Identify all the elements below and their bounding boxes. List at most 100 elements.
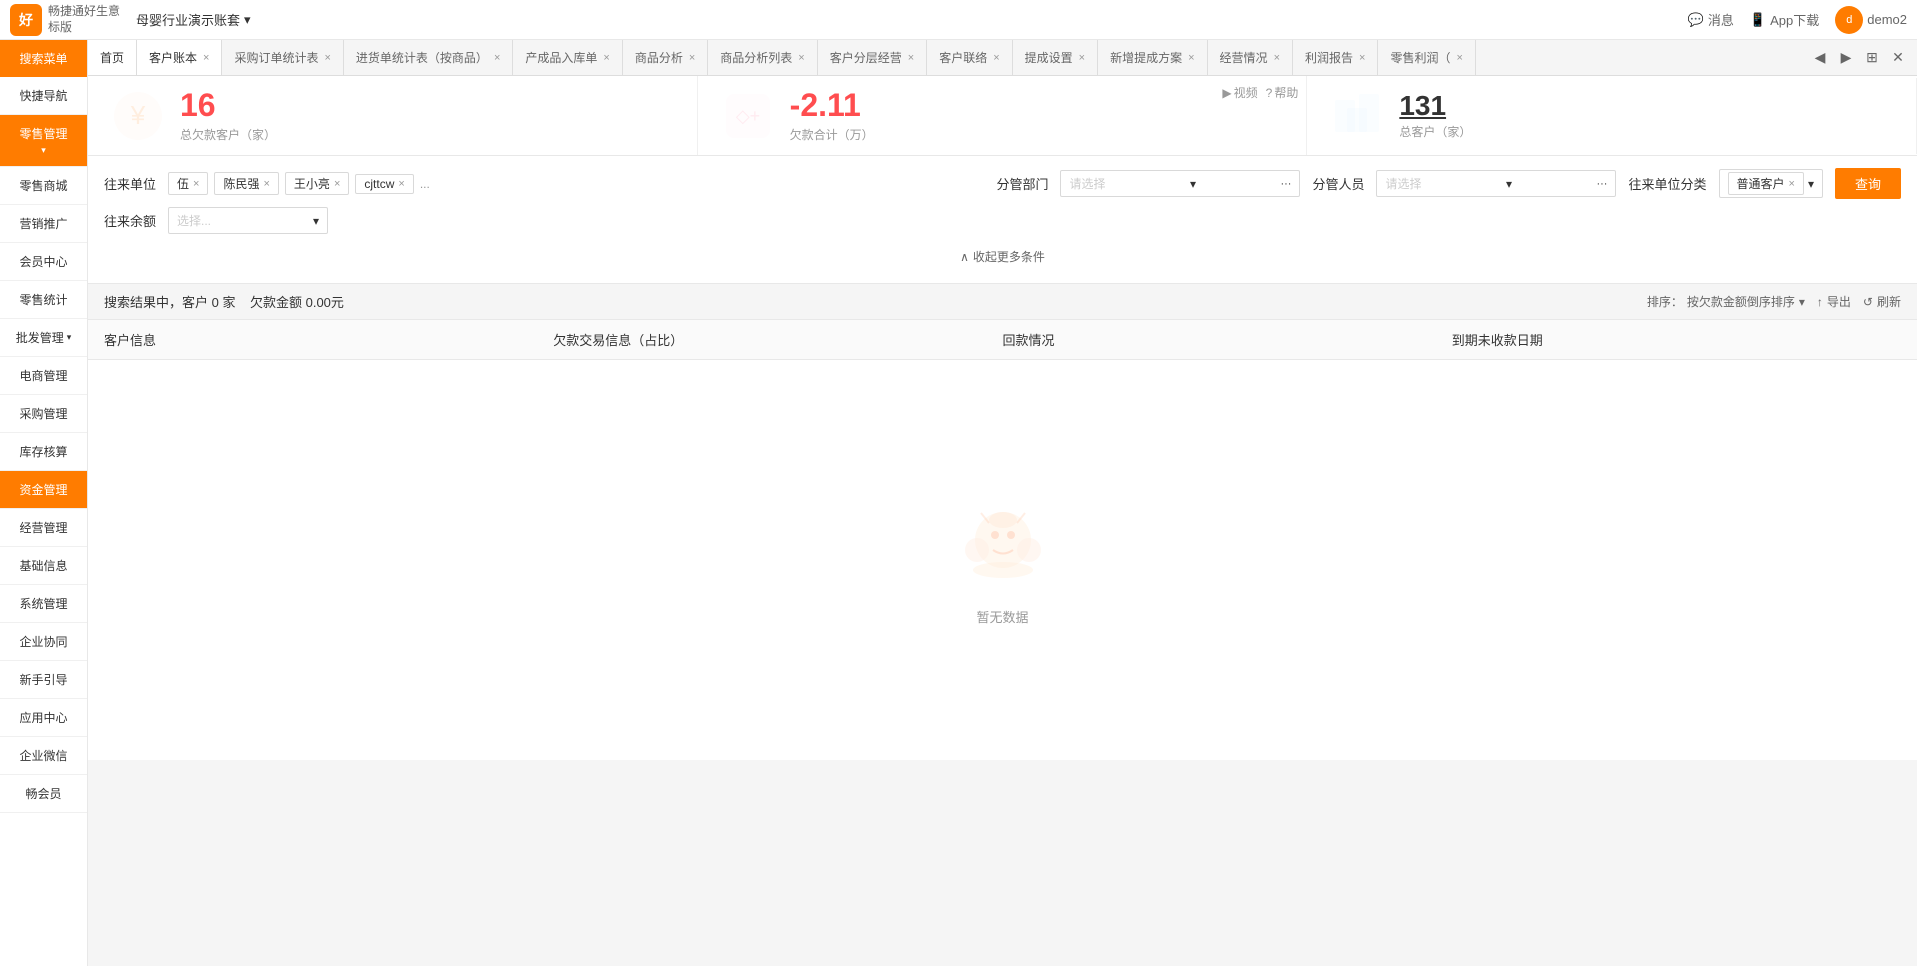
- tab-new-enhance[interactable]: 新增提成方案 ×: [1098, 40, 1207, 76]
- export-icon: ↑: [1817, 295, 1823, 309]
- tab-expand-btn[interactable]: ⊞: [1861, 47, 1883, 69]
- user-profile-btn[interactable]: d demo2: [1835, 6, 1907, 34]
- tab-close-icon[interactable]: ×: [1456, 52, 1462, 64]
- tag-close-icon[interactable]: ×: [334, 178, 340, 190]
- sidebar-item-enterprise[interactable]: 企业协同: [0, 623, 87, 661]
- tab-close-icon[interactable]: ×: [494, 52, 500, 64]
- sub-manager-select[interactable]: 请选择 ▾ ···: [1376, 170, 1616, 197]
- stat-owe-customers-values: 16 总欠款客户（家）: [180, 88, 276, 142]
- sort-select[interactable]: 排序： 按欠款金额倒序排序 ▾: [1647, 293, 1805, 310]
- owe-customers-number: 16: [180, 88, 276, 123]
- filter-tag-unit2[interactable]: 陈民强 ×: [214, 172, 278, 195]
- tab-product-analysis-list[interactable]: 商品分析列表 ×: [708, 40, 817, 76]
- sidebar-item-new-guide[interactable]: 新手引导: [0, 661, 87, 699]
- owe-amount-label: 欠款合计（万）: [790, 126, 874, 143]
- sidebar-item-inventory[interactable]: 库存核算: [0, 433, 87, 471]
- collapse-filter-btn[interactable]: ∧ 收起更多条件: [104, 242, 1901, 271]
- filter-more-btn[interactable]: ...: [420, 177, 430, 191]
- tab-close-icon[interactable]: ×: [324, 52, 330, 64]
- tab-operations-status[interactable]: 经营情况 ×: [1208, 40, 1293, 76]
- tab-profit-report[interactable]: 利润报告 ×: [1293, 40, 1378, 76]
- sub-dept-select[interactable]: 请选择 ▾ ···: [1060, 170, 1300, 197]
- results-actions: 排序： 按欠款金额倒序排序 ▾ ↑ 导出 ↺ 刷新: [1647, 293, 1901, 310]
- sidebar-item-retail-stats[interactable]: 零售统计: [0, 281, 87, 319]
- sidebar-search-btn[interactable]: 搜索菜单: [0, 40, 87, 77]
- tab-close-icon[interactable]: ×: [203, 52, 209, 64]
- content-area: 首页 客户账本 × 采购订单统计表 × 进货单统计表（按商品） × 产成品入库单…: [88, 76, 1917, 926]
- logo-icon: 好: [10, 4, 42, 36]
- sidebar-item-operations[interactable]: 经营管理: [0, 509, 87, 547]
- chevron-down-icon: ▾: [1808, 177, 1814, 191]
- help-btn[interactable]: ? 帮助: [1266, 84, 1299, 101]
- sidebar-item-ecommerce[interactable]: 电商管理: [0, 357, 87, 395]
- tab-next-btn[interactable]: ▶: [1835, 47, 1857, 69]
- tab-close-icon[interactable]: ×: [993, 52, 999, 64]
- chevron-down-icon: ▾: [1799, 295, 1805, 309]
- filter-tag-unit4[interactable]: cjttcw ×: [355, 174, 413, 194]
- tab-close-icon[interactable]: ×: [1079, 52, 1085, 64]
- tab-customer-accounts[interactable]: 客户账本 ×: [137, 40, 222, 76]
- export-btn[interactable]: ↑ 导出: [1817, 293, 1851, 310]
- sidebar-item-wholesale-mgmt[interactable]: 批发管理 ▾: [0, 319, 87, 357]
- tab-close-icon[interactable]: ×: [603, 52, 609, 64]
- tab-enhance-settings[interactable]: 提成设置 ×: [1013, 40, 1098, 76]
- help-icon: ?: [1266, 86, 1273, 100]
- tab-close-icon[interactable]: ×: [1274, 52, 1280, 64]
- query-button[interactable]: 查询: [1835, 168, 1901, 199]
- filter-tag-unit1[interactable]: 伍 ×: [168, 172, 208, 195]
- tab-customer-contact[interactable]: 客户联络 ×: [927, 40, 1012, 76]
- sidebar-item-biz-wechat[interactable]: 企业微信: [0, 737, 87, 775]
- sidebar-item-sys-mgmt[interactable]: 系统管理: [0, 585, 87, 623]
- tab-inbound-stats[interactable]: 进货单统计表（按商品） ×: [344, 40, 513, 76]
- sidebar-item-fast-nav[interactable]: 快捷导航: [0, 77, 87, 115]
- tab-close-icon[interactable]: ×: [908, 52, 914, 64]
- sidebar-item-retail-mgmt[interactable]: 零售管理 ▾: [0, 115, 87, 167]
- sidebar-item-basic-info[interactable]: 基础信息: [0, 547, 87, 585]
- tab-home[interactable]: 首页: [88, 40, 137, 76]
- tab-retail-profit[interactable]: 零售利润（ ×: [1378, 40, 1475, 76]
- video-help-btn[interactable]: ▶ 视频: [1222, 84, 1257, 101]
- tab-close-icon[interactable]: ×: [1359, 52, 1365, 64]
- sidebar-item-vip-member[interactable]: 畅会员: [0, 775, 87, 813]
- data-table: 客户信息 欠款交易信息（占比） 回款情况 到期未收款日期: [88, 320, 1917, 760]
- unit-classify-label: 往来单位分类: [1628, 174, 1706, 193]
- sidebar-item-purchase[interactable]: 采购管理: [0, 395, 87, 433]
- message-btn[interactable]: 💬 消息: [1688, 10, 1734, 29]
- tab-cost-inbound[interactable]: 产成品入库单 ×: [513, 40, 622, 76]
- chevron-down-icon: ▾: [67, 332, 72, 343]
- tab-close-icon[interactable]: ×: [798, 52, 804, 64]
- sidebar-item-finance[interactable]: 资金管理: [0, 471, 87, 509]
- owe-customers-label: 总欠款客户（家）: [180, 126, 276, 143]
- store-selector[interactable]: 母婴行业演示账套 ▾: [128, 10, 259, 29]
- sidebar-item-marketing[interactable]: 营销推广: [0, 205, 87, 243]
- filter-row-unit: 往来单位 伍 × 陈民强 × 王小亮 × cjttcw × ...: [104, 168, 1901, 199]
- sidebar-item-app-center[interactable]: 应用中心: [0, 699, 87, 737]
- tab-prev-btn[interactable]: ◀: [1809, 47, 1831, 69]
- tab-close-icon[interactable]: ×: [689, 52, 695, 64]
- refresh-btn[interactable]: ↺ 刷新: [1863, 293, 1901, 310]
- top-bar: 好 畅捷通好生意 标版 母婴行业演示账套 ▾ 💬 消息 📱 App下载 d de…: [0, 0, 1917, 40]
- tag-close-icon[interactable]: ×: [398, 178, 404, 190]
- total-customers-icon: [1331, 90, 1383, 142]
- col-customer-info: 客户信息: [104, 330, 553, 349]
- tag-close-icon[interactable]: ×: [1789, 178, 1795, 190]
- balance-select[interactable]: 选择... ▾: [168, 207, 328, 234]
- sidebar-item-retail-mall[interactable]: 零售商城: [0, 167, 87, 205]
- tab-close-icon[interactable]: ×: [1188, 52, 1194, 64]
- chevron-down-icon: ▾: [41, 145, 46, 155]
- tab-customer-segment[interactable]: 客户分层经营 ×: [818, 40, 927, 76]
- results-bar: 搜索结果中，客户 0 家 欠款金额 0.00元 排序： 按欠款金额倒序排序 ▾ …: [88, 284, 1917, 320]
- tag-close-icon[interactable]: ×: [193, 178, 199, 190]
- filter-tag-unit3[interactable]: 王小亮 ×: [285, 172, 349, 195]
- tab-purchase-stats[interactable]: 采购订单统计表 ×: [222, 40, 343, 76]
- sidebar-item-membership[interactable]: 会员中心: [0, 243, 87, 281]
- app-download-btn[interactable]: 📱 App下载: [1750, 10, 1819, 29]
- tab-close-all-btn[interactable]: ✕: [1887, 47, 1909, 69]
- stat-owe-amount: ◇+ -2.11 欠款合计（万） ▶ 视频 ? 帮助: [698, 76, 1308, 154]
- tag-close-icon[interactable]: ×: [263, 178, 269, 190]
- owe-amount-icon: ◇+: [722, 90, 774, 142]
- tab-product-analysis[interactable]: 商品分析 ×: [623, 40, 708, 76]
- classify-tag-normal[interactable]: 普通客户 ×: [1728, 172, 1804, 195]
- classify-select[interactable]: 普通客户 × ▾: [1719, 169, 1823, 198]
- total-customers-label: 总客户（家）: [1399, 123, 1471, 140]
